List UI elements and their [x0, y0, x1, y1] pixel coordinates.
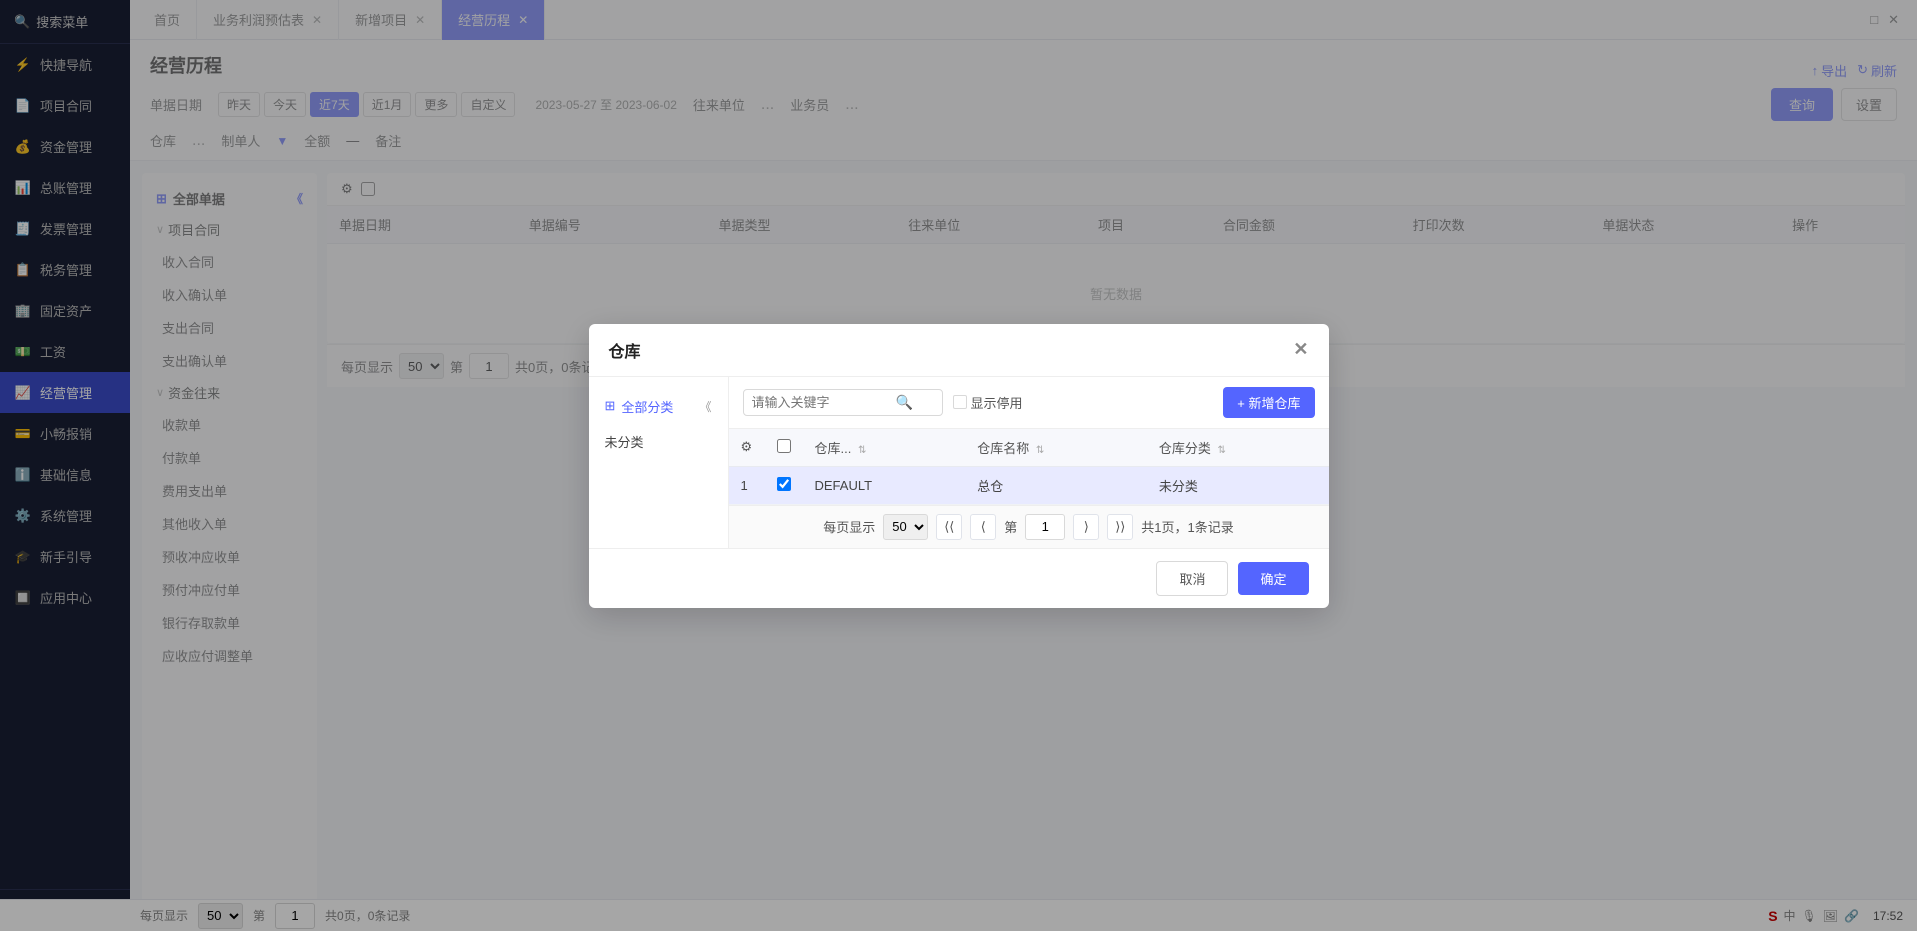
search-icon-modal: 🔍: [896, 394, 913, 411]
modal-header: 仓库 ✕: [589, 324, 1329, 377]
row-index: 1: [729, 466, 765, 504]
modal-body: ⊞ 全部分类 《 未分类 🔍 显示停用: [589, 377, 1329, 548]
show-disabled-checkbox[interactable]: [953, 395, 967, 409]
modal-prev-page-btn[interactable]: ⟨: [970, 514, 996, 540]
modal-content: 🔍 显示停用 + 新增仓库 ⚙: [729, 377, 1329, 548]
modal-first-page-btn[interactable]: ⟨⟨: [936, 514, 962, 540]
modal-sidebar-uncategorized[interactable]: 未分类: [589, 424, 728, 459]
modal-search-box[interactable]: 🔍: [743, 389, 943, 416]
settings-icon-table[interactable]: ⚙: [741, 439, 753, 454]
modal-actions: 取消 确定: [589, 548, 1329, 608]
modal-next-page-btn[interactable]: ⟩: [1073, 514, 1099, 540]
modal-page-input[interactable]: [1025, 514, 1065, 540]
warehouse-modal: 仓库 ✕ ⊞ 全部分类 《 未分类: [589, 324, 1329, 608]
cancel-btn[interactable]: 取消: [1156, 561, 1228, 596]
modal-per-page-label: 每页显示: [823, 517, 875, 536]
sort-icon-category[interactable]: ⇅: [1218, 445, 1226, 456]
modal-last-page-btn[interactable]: ⟩⟩: [1107, 514, 1133, 540]
row-category: 未分类: [1147, 466, 1329, 504]
modal-sidebar-collapse[interactable]: 《: [699, 398, 711, 415]
modal-toolbar: 🔍 显示停用 + 新增仓库: [729, 377, 1329, 429]
modal-close-btn[interactable]: ✕: [1293, 339, 1308, 360]
modal-table: ⚙ 仓库... ⇅ 仓库名称: [729, 429, 1329, 505]
grid-icon-modal: ⊞: [605, 398, 616, 414]
modal-search-input[interactable]: [752, 395, 892, 410]
modal-sidebar: ⊞ 全部分类 《 未分类: [589, 377, 729, 548]
table-row[interactable]: 1 DEFAULT 总仓 未分类: [729, 466, 1329, 504]
col-warehouse-category: 仓库分类 ⇅: [1147, 429, 1329, 467]
show-disabled-label: 显示停用: [971, 393, 1023, 412]
modal-pagination: 每页显示 50 ⟨⟨ ⟨ 第 ⟩ ⟩⟩ 共1页，1条记录: [729, 505, 1329, 548]
modal-page-label: 第: [1004, 517, 1017, 536]
sort-icon-code[interactable]: ⇅: [858, 445, 866, 456]
row-name: 总仓: [965, 466, 1147, 504]
row-checkbox[interactable]: [777, 477, 791, 491]
add-warehouse-btn[interactable]: + 新增仓库: [1223, 387, 1314, 418]
modal-select-all[interactable]: [777, 439, 791, 453]
modal-per-page-select[interactable]: 50: [883, 514, 928, 540]
modal-overlay: 仓库 ✕ ⊞ 全部分类 《 未分类: [0, 0, 1917, 931]
col-warehouse-code: 仓库... ⇅: [803, 429, 966, 467]
col-warehouse-name: 仓库名称 ⇅: [965, 429, 1147, 467]
confirm-btn[interactable]: 确定: [1238, 562, 1308, 595]
row-code: DEFAULT: [803, 466, 966, 504]
sort-icon-name[interactable]: ⇅: [1036, 445, 1044, 456]
modal-table-wrap: ⚙ 仓库... ⇅ 仓库名称: [729, 429, 1329, 505]
show-disabled-toggle[interactable]: 显示停用: [953, 393, 1023, 412]
modal-sidebar-all-categories[interactable]: ⊞ 全部分类 《: [589, 389, 728, 424]
modal-total-text: 共1页，1条记录: [1141, 517, 1233, 536]
modal-title: 仓库: [609, 338, 641, 362]
